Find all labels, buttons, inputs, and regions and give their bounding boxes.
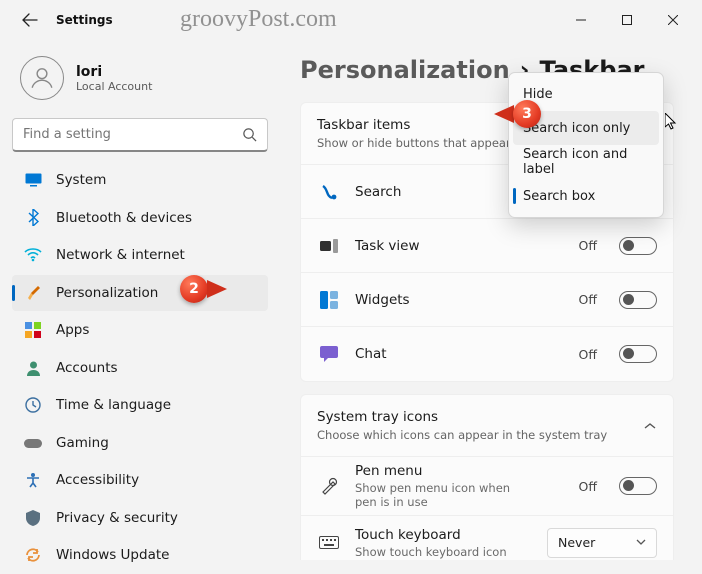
- nav-label: Personalization: [56, 285, 158, 301]
- toggle-state: Off: [579, 479, 597, 494]
- nav-accessibility[interactable]: Accessibility: [12, 462, 268, 499]
- nav-network[interactable]: Network & internet: [12, 237, 268, 274]
- nav-label: Gaming: [56, 435, 109, 451]
- wifi-icon: [24, 246, 42, 264]
- row-widgets[interactable]: Widgets Off: [301, 273, 673, 327]
- nav-update[interactable]: Windows Update: [12, 537, 268, 574]
- row-sublabel: Show touch keyboard icon: [355, 545, 533, 559]
- nav-time[interactable]: Time & language: [12, 387, 268, 424]
- update-icon: [24, 546, 42, 564]
- select-value: Never: [558, 535, 595, 550]
- chevron-down-icon: [636, 539, 646, 546]
- nav-system[interactable]: System: [12, 162, 268, 199]
- callout-badge: 3: [513, 100, 541, 128]
- nav-bluetooth[interactable]: Bluetooth & devices: [12, 200, 268, 237]
- nav-label: Network & internet: [56, 247, 185, 263]
- search-input[interactable]: [23, 127, 242, 142]
- search-dropdown: Hide Search icon only Search icon and la…: [508, 72, 664, 218]
- toggle-switch[interactable]: [619, 237, 657, 255]
- dropdown-item-icon-label[interactable]: Search icon and label: [509, 145, 663, 179]
- maximize-button[interactable]: [604, 5, 650, 35]
- row-label: Task view: [355, 238, 565, 254]
- row-chat[interactable]: Chat Off: [301, 327, 673, 381]
- callout-3: 3: [494, 100, 541, 128]
- keyboard-icon: [317, 531, 341, 555]
- bluetooth-icon: [24, 209, 42, 227]
- toggle-state: Off: [579, 238, 597, 253]
- system-icon: [24, 171, 42, 189]
- nav-label: System: [56, 172, 106, 188]
- accessibility-icon: [24, 471, 42, 489]
- callout-badge: 2: [180, 275, 208, 303]
- taskview-icon: [317, 234, 341, 258]
- back-button[interactable]: [16, 6, 44, 34]
- person-icon: [24, 359, 42, 377]
- chevron-up-icon: [643, 421, 657, 431]
- avatar: [20, 56, 64, 100]
- breadcrumb-parent[interactable]: Personalization: [300, 56, 510, 84]
- toggle-switch[interactable]: [619, 291, 657, 309]
- nav-label: Accessibility: [56, 472, 139, 488]
- section-title: System tray icons: [317, 409, 607, 425]
- row-label: Pen menu: [355, 463, 565, 479]
- search-icon: [242, 127, 257, 142]
- user-name: lori: [76, 64, 152, 80]
- toggle-state: Off: [579, 347, 597, 362]
- nav-personalization[interactable]: Personalization: [12, 275, 268, 312]
- section-subtitle: Choose which icons can appear in the sys…: [317, 428, 607, 442]
- nav-label: Windows Update: [56, 547, 169, 563]
- row-label: Touch keyboard: [355, 527, 533, 543]
- nav-label: Apps: [56, 322, 89, 338]
- widgets-icon: [317, 288, 341, 312]
- user-card[interactable]: lori Local Account: [12, 48, 268, 118]
- toggle-state: Off: [579, 292, 597, 307]
- clock-icon: [24, 396, 42, 414]
- nav-label: Bluetooth & devices: [56, 210, 192, 226]
- section-system-tray: System tray icons Choose which icons can…: [300, 394, 674, 560]
- window-title: Settings: [56, 13, 113, 27]
- toggle-switch[interactable]: [619, 345, 657, 363]
- title-bar: Settings: [0, 0, 702, 40]
- mouse-cursor: [665, 113, 679, 131]
- pen-icon: [317, 474, 341, 498]
- gamepad-icon: [24, 434, 42, 452]
- toggle-switch[interactable]: [619, 477, 657, 495]
- shield-icon: [24, 509, 42, 527]
- row-label: Widgets: [355, 292, 565, 308]
- dropdown-item-search-box[interactable]: Search box: [509, 179, 663, 213]
- row-taskview[interactable]: Task view Off: [301, 219, 673, 273]
- row-sublabel: Show pen menu icon when pen is in use: [355, 481, 535, 509]
- select-dropdown[interactable]: Never: [547, 528, 657, 558]
- search-box[interactable]: [12, 118, 268, 152]
- nav-accounts[interactable]: Accounts: [12, 350, 268, 387]
- minimize-button[interactable]: [558, 5, 604, 35]
- account-type: Local Account: [76, 80, 152, 93]
- nav-gaming[interactable]: Gaming: [12, 425, 268, 462]
- section-header[interactable]: System tray icons Choose which icons can…: [301, 395, 673, 456]
- chat-icon: [317, 342, 341, 366]
- close-button[interactable]: [650, 5, 696, 35]
- callout-2: 2: [180, 275, 227, 303]
- nav-list: System Bluetooth & devices Network & int…: [12, 162, 268, 574]
- nav-apps[interactable]: Apps: [12, 312, 268, 349]
- row-label: Chat: [355, 346, 565, 362]
- nav-privacy[interactable]: Privacy & security: [12, 500, 268, 537]
- sidebar: lori Local Account System Bluetooth & de…: [0, 40, 280, 560]
- row-touch-keyboard[interactable]: Touch keyboard Show touch keyboard icon N…: [301, 516, 673, 560]
- apps-icon: [24, 321, 42, 339]
- paintbrush-icon: [24, 284, 42, 302]
- nav-label: Privacy & security: [56, 510, 178, 526]
- nav-label: Accounts: [56, 360, 118, 376]
- search-icon: [317, 180, 341, 204]
- row-pen-menu[interactable]: Pen menu Show pen menu icon when pen is i…: [301, 457, 673, 516]
- nav-label: Time & language: [56, 397, 171, 413]
